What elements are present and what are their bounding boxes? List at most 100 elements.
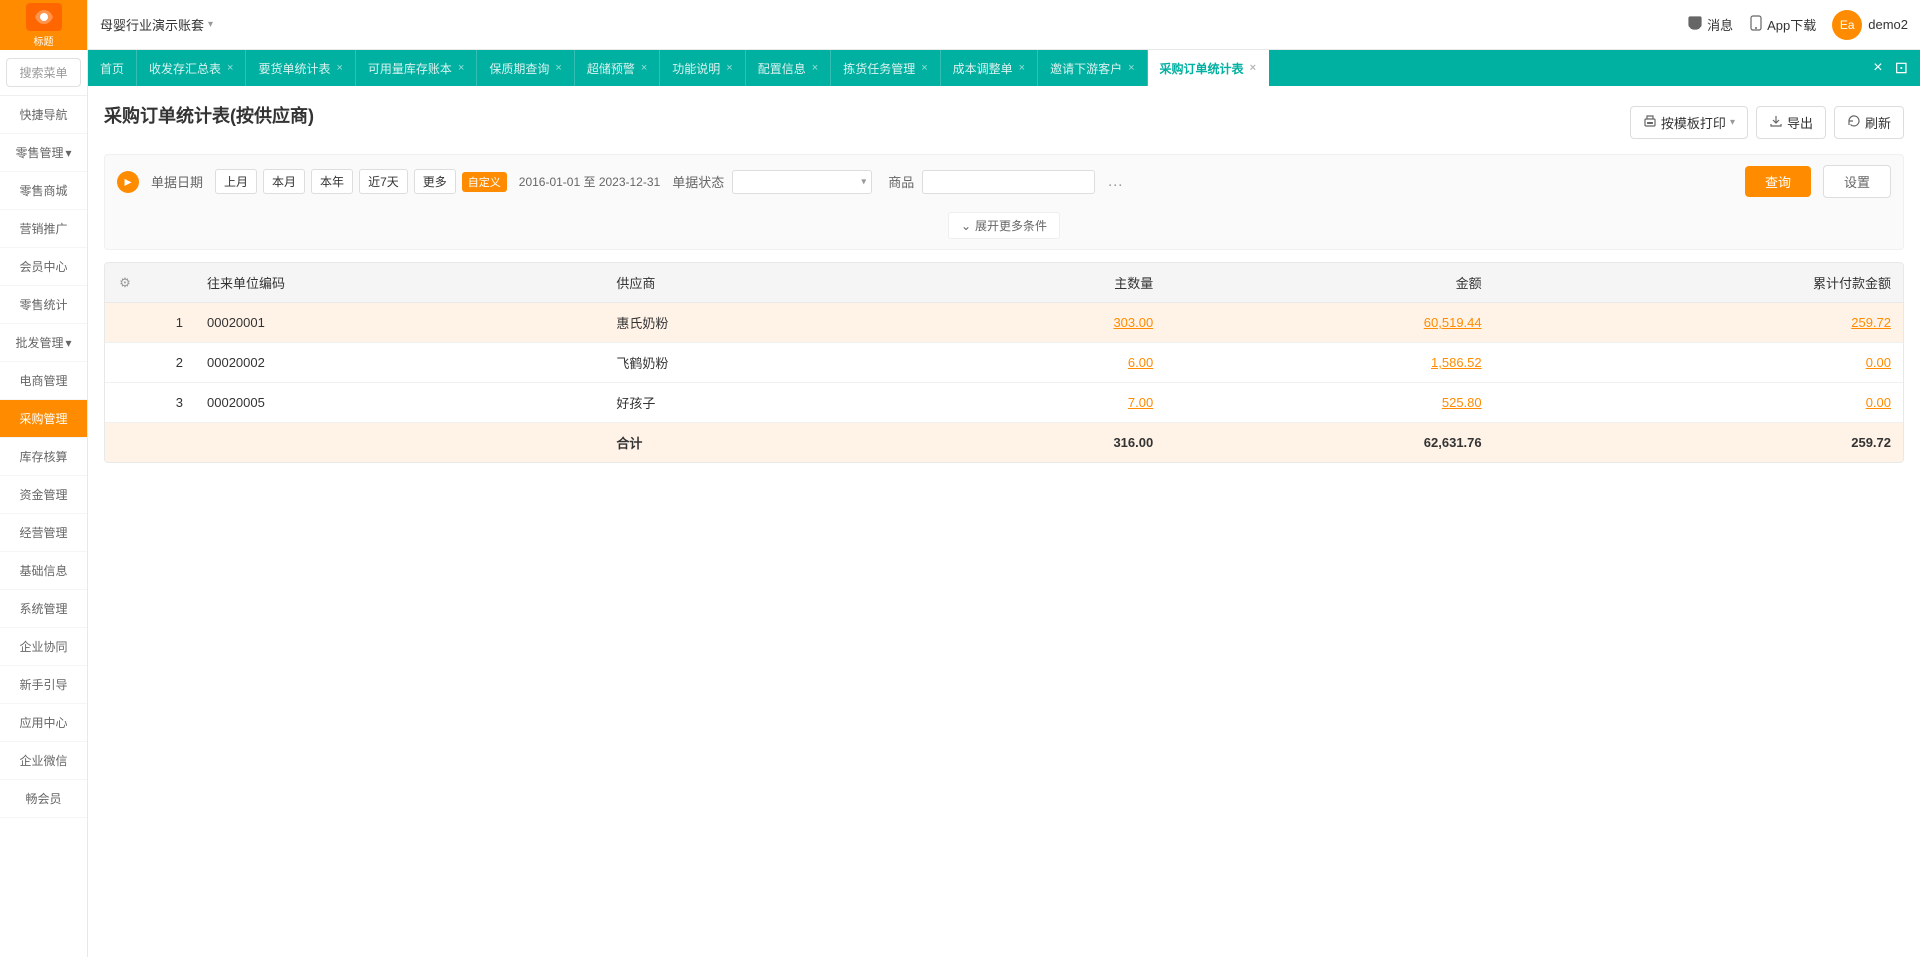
filter-row-1: ▸ 单据日期 上月 本月 本年 近7天 更多 自定义 2016-01-01 至 … xyxy=(117,165,1891,198)
row-index: 2 xyxy=(145,343,195,383)
filter-this-year[interactable]: 本年 xyxy=(311,169,353,194)
logo-icon xyxy=(26,3,62,31)
status-select[interactable] xyxy=(732,170,872,194)
tab-close-icon[interactable]: × xyxy=(555,62,561,74)
row-paid[interactable]: 0.00 xyxy=(1494,383,1903,423)
tab-home[interactable]: 首页 xyxy=(88,50,137,86)
tabbar-actions: × ⊡ xyxy=(1861,56,1920,80)
workspace-dropdown[interactable]: 母婴行业演示账套 ▾ xyxy=(100,15,1679,34)
filter-more-dates[interactable]: 更多 xyxy=(414,169,456,194)
tab-close-icon[interactable]: × xyxy=(1250,62,1256,74)
filter-inputs: 单据状态 商品 … xyxy=(672,170,1733,194)
tab-close-icon[interactable]: × xyxy=(227,62,233,74)
row-gear xyxy=(105,383,145,423)
sidebar-item-wholesale-mgmt[interactable]: 批发管理 ▾ xyxy=(0,324,87,362)
sidebar-item-member[interactable]: 畅会员 xyxy=(0,780,87,818)
tab-function-desc[interactable]: 功能说明 × xyxy=(660,50,745,86)
query-button[interactable]: 查询 xyxy=(1745,166,1811,197)
sidebar-item-enterprise-wechat[interactable]: 企业微信 xyxy=(0,742,87,780)
tab-order-stats[interactable]: 要货单统计表 × xyxy=(246,50,355,86)
sidebar-item-new-guide[interactable]: 新手引导 xyxy=(0,666,87,704)
date-filter-label: 单据日期 xyxy=(151,172,203,191)
tab-invite-downstream[interactable]: 邀请下游客户 × xyxy=(1038,50,1147,86)
page-content: 采购订单统计表(按供应商) 按模板打印 ▾ 导出 xyxy=(88,86,1920,957)
status-label: 单据状态 xyxy=(672,172,724,191)
row-qty[interactable]: 303.00 xyxy=(909,303,1165,343)
tab-close-icon[interactable]: × xyxy=(458,62,464,74)
tab-cost-adjust[interactable]: 成本调整单 × xyxy=(941,50,1038,86)
expand-more-button[interactable]: ⌄ 展开更多条件 xyxy=(948,212,1060,239)
sidebar-item-enterprise-collab[interactable]: 企业协同 xyxy=(0,628,87,666)
sidebar-item-inventory[interactable]: 库存核算 xyxy=(0,438,87,476)
footer-gear xyxy=(105,423,145,463)
row-qty[interactable]: 6.00 xyxy=(909,343,1165,383)
sidebar-item-member-center[interactable]: 会员中心 xyxy=(0,248,87,286)
sidebar-item-marketing[interactable]: 营销推广 xyxy=(0,210,87,248)
gear-icon[interactable]: ⚙ xyxy=(119,275,131,290)
sidebar-item-retail-mgmt[interactable]: 零售管理 ▾ xyxy=(0,134,87,172)
row-code: 00020002 xyxy=(195,343,604,383)
app-download-label: App下载 xyxy=(1767,15,1816,34)
message-icon xyxy=(1687,15,1703,34)
row-amount[interactable]: 525.80 xyxy=(1165,383,1493,423)
sidebar-item-system-mgmt[interactable]: 系统管理 xyxy=(0,590,87,628)
tab-overstock-warning[interactable]: 超储预警 × xyxy=(575,50,660,86)
tab-expiry-query[interactable]: 保质期查询 × xyxy=(477,50,574,86)
refresh-label: 刷新 xyxy=(1865,113,1891,132)
tab-close-icon[interactable]: × xyxy=(1019,62,1025,74)
tab-picking-task[interactable]: 拣货任务管理 × xyxy=(831,50,940,86)
goods-more-button[interactable]: … xyxy=(1103,173,1127,191)
footer-index xyxy=(145,423,195,463)
row-paid[interactable]: 259.72 xyxy=(1494,303,1903,343)
sidebar-item-retail-stats[interactable]: 零售统计 xyxy=(0,286,87,324)
sidebar-item-purchase-mgmt[interactable]: 采购管理 xyxy=(0,400,87,438)
filter-last-month[interactable]: 上月 xyxy=(215,169,257,194)
refresh-button[interactable]: 刷新 xyxy=(1834,106,1904,139)
sidebar-item-app-center[interactable]: 应用中心 xyxy=(0,704,87,742)
tab-stock-summary[interactable]: 收发存汇总表 × xyxy=(137,50,246,86)
settings-button[interactable]: 设置 xyxy=(1823,165,1891,198)
sidebar-item-finance[interactable]: 资金管理 xyxy=(0,476,87,514)
maximize-tab-button[interactable]: ⊡ xyxy=(1891,56,1912,80)
sidebar: 标题 搜索菜单 快捷导航 零售管理 ▾ 零售商城 营销推广 会员中心 零售统计 … xyxy=(0,0,88,957)
goods-input[interactable] xyxy=(922,170,1095,194)
table-row: 2 00020002 飞鹤奶粉 6.00 1,586.52 0.00 xyxy=(105,343,1903,383)
sidebar-item-business-mgmt[interactable]: 经营管理 xyxy=(0,514,87,552)
message-label: 消息 xyxy=(1707,15,1733,34)
export-button[interactable]: 导出 xyxy=(1756,106,1826,139)
tab-close-icon[interactable]: × xyxy=(726,62,732,74)
row-paid[interactable]: 0.00 xyxy=(1494,343,1903,383)
tab-purchase-order-stats[interactable]: 采购订单统计表 × xyxy=(1148,50,1269,86)
tab-close-icon[interactable]: × xyxy=(1128,62,1134,74)
expand-button[interactable]: ▸ xyxy=(117,171,139,193)
date-range-display: 2016-01-01 至 2023-12-31 xyxy=(519,173,660,190)
custom-date-tag: 自定义 xyxy=(462,172,507,192)
print-button[interactable]: 按模板打印 ▾ xyxy=(1630,106,1748,139)
sidebar-item-basic-info[interactable]: 基础信息 xyxy=(0,552,87,590)
sidebar-item-retail-mall[interactable]: 零售商城 xyxy=(0,172,87,210)
row-amount[interactable]: 1,586.52 xyxy=(1165,343,1493,383)
row-supplier: 飞鹤奶粉 xyxy=(604,343,909,383)
tab-close-icon[interactable]: × xyxy=(812,62,818,74)
message-button[interactable]: 消息 xyxy=(1687,15,1733,34)
tab-close-icon[interactable]: × xyxy=(641,62,647,74)
row-amount[interactable]: 60,519.44 xyxy=(1165,303,1493,343)
tab-close-icon[interactable]: × xyxy=(921,62,927,74)
tab-close-icon[interactable]: × xyxy=(336,62,342,74)
sidebar-item-ecommerce[interactable]: 电商管理 xyxy=(0,362,87,400)
filter-this-month[interactable]: 本月 xyxy=(263,169,305,194)
footer-label: 合计 xyxy=(604,423,909,463)
app-download-button[interactable]: App下载 xyxy=(1749,15,1816,34)
expand-more-icon: ⌄ xyxy=(961,219,971,233)
logo-text: 标题 xyxy=(34,33,54,48)
tab-bar: 首页 收发存汇总表 × 要货单统计表 × 可用量库存账本 × 保质期查询 × 超… xyxy=(88,50,1920,86)
filter-last-7-days[interactable]: 近7天 xyxy=(359,169,408,194)
footer-code xyxy=(195,423,604,463)
tab-config-info[interactable]: 配置信息 × xyxy=(746,50,831,86)
sidebar-item-quick-nav[interactable]: 快捷导航 xyxy=(0,96,87,134)
tab-available-stock[interactable]: 可用量库存账本 × xyxy=(356,50,477,86)
row-qty[interactable]: 7.00 xyxy=(909,383,1165,423)
search-menu-button[interactable]: 搜索菜单 xyxy=(6,58,81,87)
close-tab-button[interactable]: × xyxy=(1869,57,1886,79)
goods-filter-section: 商品 … xyxy=(888,170,1127,194)
